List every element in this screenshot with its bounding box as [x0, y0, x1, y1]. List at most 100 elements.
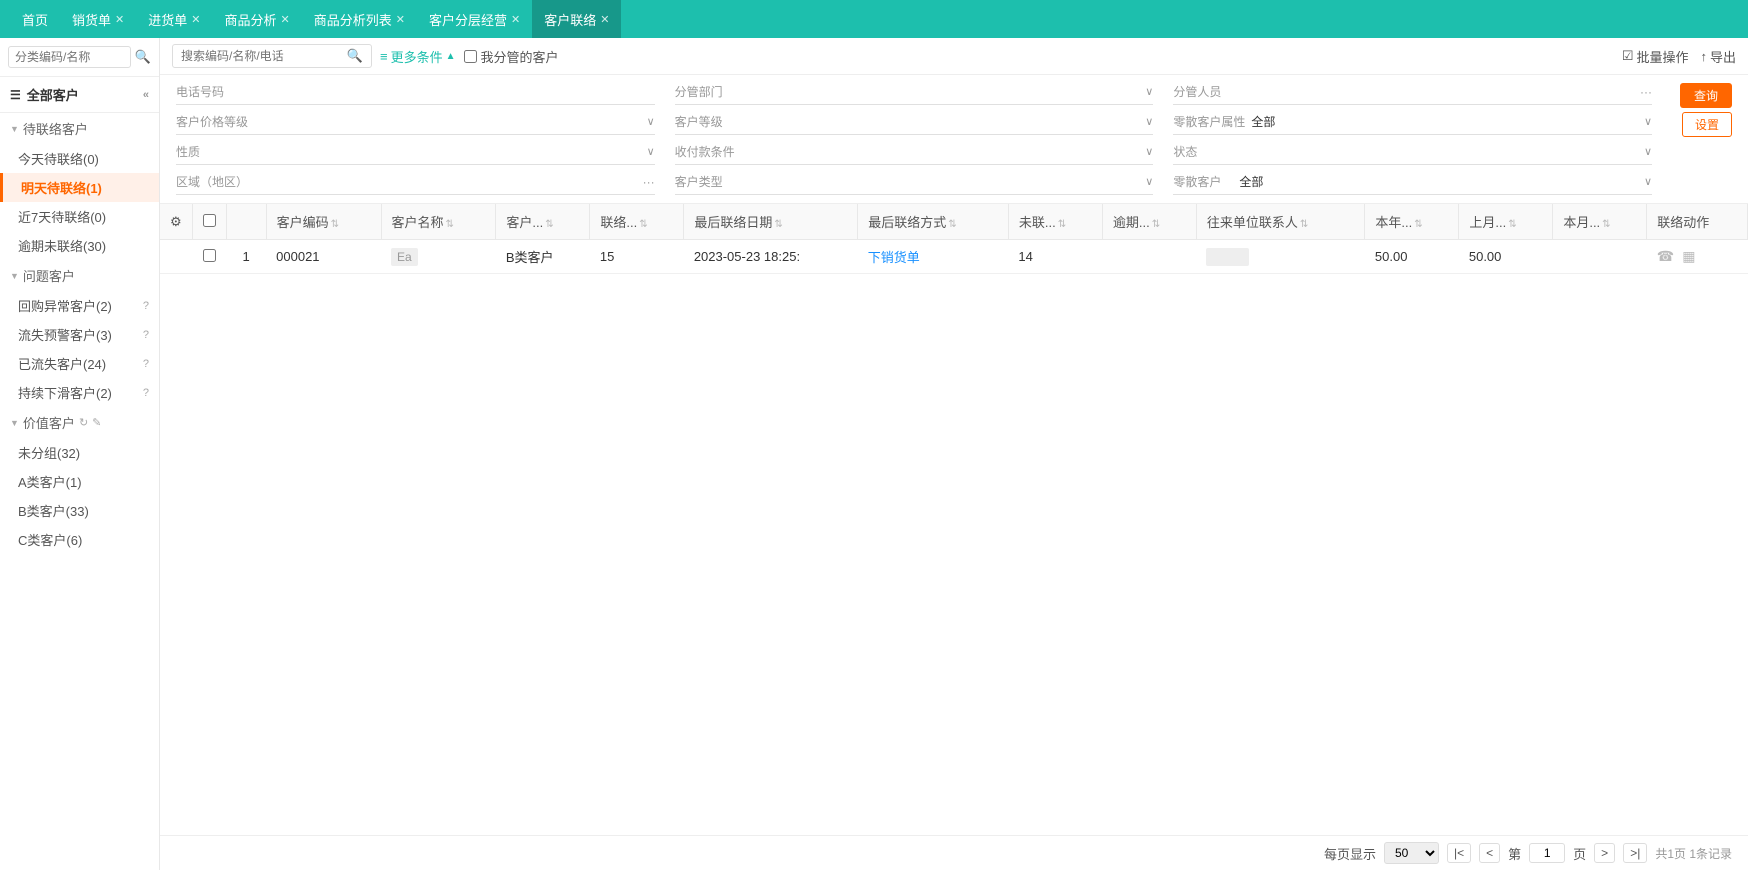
col-name-sort[interactable]: ⇅: [446, 219, 454, 230]
first-page-btn[interactable]: |<: [1447, 843, 1471, 863]
prev-page-btn[interactable]: <: [1479, 843, 1500, 863]
col-contact-person[interactable]: 往来单位联系人⇅: [1196, 204, 1365, 240]
sidebar-item-7days[interactable]: 近7天待联络(0): [0, 202, 159, 231]
adv-customer-type-input[interactable]: [741, 175, 1142, 189]
settings-button[interactable]: 设置: [1682, 112, 1732, 137]
adv-payment-input[interactable]: [741, 145, 1142, 159]
sidebar-item-churn-warn[interactable]: 流失预警客户(3) ?: [0, 320, 159, 349]
col-last-month[interactable]: 上月...⇅: [1459, 204, 1553, 240]
nav-product-analysis-list-close[interactable]: ✕: [396, 13, 405, 26]
row-last-method[interactable]: 下销货单: [858, 240, 1009, 274]
adv-payment-arrow[interactable]: ∨: [1145, 145, 1153, 158]
sidebar-search-icon[interactable]: 🔍: [135, 49, 151, 65]
sidebar-search-input[interactable]: [8, 46, 131, 68]
col-last-method-sort[interactable]: ⇅: [948, 219, 956, 230]
sidebar-item-class-c[interactable]: C类客户(6): [0, 525, 159, 554]
query-button[interactable]: 查询: [1680, 83, 1732, 108]
my-customer-checkbox-area[interactable]: 我分管的客户: [464, 47, 559, 66]
col-last-method[interactable]: 最后联络方式⇅: [858, 204, 1009, 240]
row-check[interactable]: [192, 240, 226, 274]
select-all-checkbox[interactable]: [203, 214, 216, 227]
col-this-month-sort[interactable]: ⇅: [1602, 219, 1610, 230]
adv-dept-input[interactable]: [741, 85, 1142, 99]
nav-sales-close[interactable]: ✕: [115, 13, 124, 26]
col-overdue-sort[interactable]: ⇅: [1152, 219, 1160, 230]
value-refresh-icon[interactable]: ↻: [79, 416, 88, 429]
col-gear[interactable]: ⚙: [160, 204, 192, 240]
sidebar-section-problem[interactable]: 问题客户: [0, 260, 159, 291]
next-page-btn[interactable]: >: [1594, 843, 1615, 863]
adv-manager-input[interactable]: [1239, 85, 1636, 99]
adv-region-dots[interactable]: ···: [643, 175, 655, 189]
sidebar-item-churned[interactable]: 已流失客户(24) ?: [0, 349, 159, 378]
sidebar-item-overdue[interactable]: 逾期未联络(30): [0, 231, 159, 260]
nav-product-analysis-list[interactable]: 商品分析列表 ✕: [302, 0, 417, 38]
adv-customer-level-arrow[interactable]: ∨: [1145, 115, 1153, 128]
adv-status-input[interactable]: [1239, 145, 1640, 159]
nav-purchase-close[interactable]: ✕: [191, 13, 200, 26]
col-type[interactable]: 客户...⇅: [496, 204, 590, 240]
adv-status-arrow[interactable]: ∨: [1644, 145, 1652, 158]
sidebar-all-customers[interactable]: ☰ 全部客户 «: [0, 77, 159, 113]
adv-manager-dots[interactable]: ···: [1640, 85, 1652, 99]
nav-purchase[interactable]: 进货单 ✕: [136, 0, 212, 38]
col-contact-person-sort[interactable]: ⇅: [1300, 219, 1308, 230]
adv-phone-input[interactable]: [242, 85, 655, 99]
adv-price-level-input[interactable]: [254, 115, 643, 129]
search-icon[interactable]: 🔍: [347, 48, 363, 64]
col-code-sort[interactable]: ⇅: [331, 219, 339, 230]
action-contact-icon[interactable]: ☎: [1657, 248, 1674, 265]
repurchase-help-icon[interactable]: ?: [143, 300, 149, 312]
my-customer-checkbox[interactable]: [464, 50, 477, 63]
row-last-method-link[interactable]: 下销货单: [868, 250, 920, 265]
sidebar-collapse-icon[interactable]: «: [143, 89, 149, 101]
col-code[interactable]: 客户编码⇅: [266, 204, 381, 240]
adv-customer-type-arrow[interactable]: ∨: [1145, 175, 1153, 188]
nav-customer-contact-close[interactable]: ✕: [600, 13, 609, 26]
col-name[interactable]: 客户名称⇅: [381, 204, 496, 240]
col-last-month-sort[interactable]: ⇅: [1508, 219, 1516, 230]
sidebar-item-class-b[interactable]: B类客户(33): [0, 496, 159, 525]
search-input[interactable]: [181, 49, 343, 63]
nav-customer-tier[interactable]: 客户分层经营 ✕: [417, 0, 532, 38]
churn-warn-help-icon[interactable]: ?: [143, 329, 149, 341]
adv-region-input[interactable]: [254, 175, 639, 189]
nav-customer-tier-close[interactable]: ✕: [511, 13, 520, 26]
nav-product-analysis[interactable]: 商品分析 ✕: [212, 0, 301, 38]
col-this-year-sort[interactable]: ⇅: [1414, 219, 1422, 230]
col-this-month[interactable]: 本月...⇅: [1553, 204, 1647, 240]
declining-help-icon[interactable]: ?: [143, 387, 149, 399]
adv-customer-level-input[interactable]: [741, 115, 1142, 129]
sidebar-item-ungrouped[interactable]: 未分组(32): [0, 438, 159, 467]
last-page-btn[interactable]: >|: [1623, 843, 1647, 863]
nav-sales[interactable]: 销货单 ✕: [60, 0, 136, 38]
sidebar-item-tomorrow[interactable]: 明天待联络(1): [0, 173, 159, 202]
sidebar-item-class-a[interactable]: A类客户(1): [0, 467, 159, 496]
adv-scatter-customer-arrow[interactable]: ∨: [1644, 175, 1652, 188]
batch-ops-button[interactable]: ☑ 批量操作: [1622, 47, 1689, 66]
adv-price-level-arrow[interactable]: ∨: [647, 115, 655, 128]
col-uncontact-sort[interactable]: ⇅: [1058, 219, 1066, 230]
col-last-date[interactable]: 最后联络日期⇅: [684, 204, 858, 240]
adv-dept-arrow[interactable]: ∨: [1145, 85, 1153, 98]
per-page-select[interactable]: 50 100 200: [1384, 842, 1439, 864]
value-edit-icon[interactable]: ✎: [92, 416, 101, 429]
col-overdue[interactable]: 逾期...⇅: [1102, 204, 1196, 240]
nav-product-analysis-close[interactable]: ✕: [281, 13, 290, 26]
col-contact-count[interactable]: 联络...⇅: [590, 204, 684, 240]
row-checkbox-0[interactable]: [203, 249, 216, 262]
col-check[interactable]: [192, 204, 226, 240]
sidebar-section-pending[interactable]: 待联络客户: [0, 113, 159, 144]
adv-scatter-attr-arrow[interactable]: ∨: [1644, 115, 1652, 128]
sidebar-item-declining[interactable]: 持续下滑客户(2) ?: [0, 378, 159, 407]
nav-customer-contact[interactable]: 客户联络 ✕: [532, 0, 621, 38]
col-uncontact[interactable]: 未联...⇅: [1008, 204, 1102, 240]
action-more-icon[interactable]: ▦: [1682, 248, 1695, 265]
col-contact-count-sort[interactable]: ⇅: [639, 219, 647, 230]
nav-home[interactable]: 首页: [10, 0, 60, 38]
page-input[interactable]: [1529, 843, 1565, 863]
adv-nature-arrow[interactable]: ∨: [647, 145, 655, 158]
export-button[interactable]: ↑ 导出: [1700, 47, 1736, 66]
churned-help-icon[interactable]: ?: [143, 358, 149, 370]
sidebar-item-repurchase[interactable]: 回购异常客户(2) ?: [0, 291, 159, 320]
